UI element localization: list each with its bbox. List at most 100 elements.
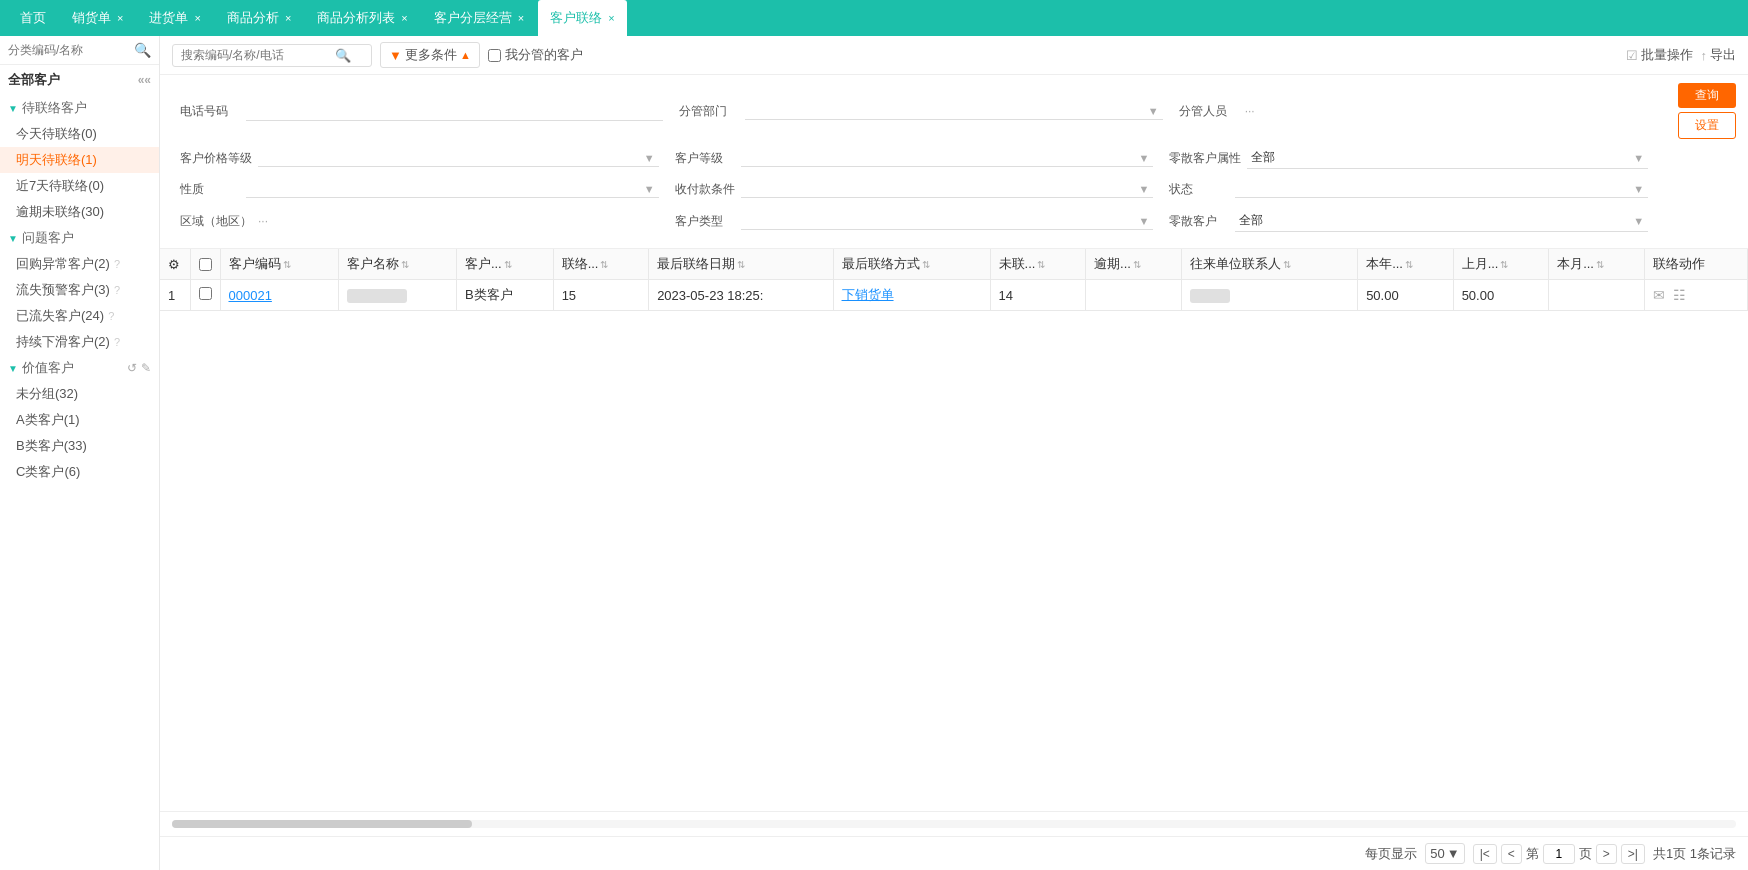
close-icon[interactable]: × xyxy=(285,12,291,24)
help-icon[interactable]: ? xyxy=(108,310,114,322)
contact-icon[interactable]: ✉ xyxy=(1653,287,1665,303)
nav-product-analysis[interactable]: 商品分析 × xyxy=(215,0,303,36)
col-last-contact-method[interactable]: 最后联络方式 ⇅ xyxy=(833,249,990,280)
chevron-down-icon: ▼ xyxy=(1633,152,1644,164)
sidebar-item-7days[interactable]: 近7天待联络(0) xyxy=(0,173,159,199)
nav-purchase-order[interactable]: 进货单 × xyxy=(137,0,212,36)
scroll-thumb[interactable] xyxy=(172,820,472,828)
filter-phone-input[interactable] xyxy=(246,102,663,121)
chevron-down-icon: ▼ xyxy=(644,183,655,195)
nav-customer-contact[interactable]: 客户联络 × xyxy=(538,0,626,36)
cell-last-month: 50.00 xyxy=(1453,280,1549,311)
page-number-input[interactable] xyxy=(1543,844,1575,864)
sidebar-item-tomorrow[interactable]: 明天待联络(1) xyxy=(0,147,159,173)
filter-retail-select[interactable]: 全部 ▼ xyxy=(1235,210,1648,232)
sidebar-item-churn-warning[interactable]: 流失预警客户(3) ? xyxy=(0,277,159,303)
close-icon[interactable]: × xyxy=(518,12,524,24)
batch-operation-button[interactable]: ☑ 批量操作 xyxy=(1626,46,1693,64)
sidebar-item-class-b[interactable]: B类客户(33) xyxy=(0,433,159,459)
select-all-checkbox[interactable] xyxy=(199,258,212,271)
prev-page-button[interactable]: < xyxy=(1501,844,1522,864)
close-icon[interactable]: × xyxy=(401,12,407,24)
close-icon[interactable]: × xyxy=(608,12,614,24)
nav-sales-order[interactable]: 销货单 × xyxy=(60,0,135,36)
horizontal-scrollbar-track[interactable] xyxy=(160,811,1748,836)
help-icon[interactable]: ? xyxy=(114,336,120,348)
col-last-contact-date[interactable]: 最后联络日期 ⇅ xyxy=(649,249,833,280)
nav-customer-layering[interactable]: 客户分层经营 × xyxy=(422,0,536,36)
cell-checkbox[interactable] xyxy=(190,280,220,311)
col-last-month[interactable]: 上月... ⇅ xyxy=(1453,249,1549,280)
settings-button[interactable]: 设置 xyxy=(1678,112,1736,139)
col-contact-person[interactable]: 往来单位联系人 ⇅ xyxy=(1181,249,1358,280)
triangle-icon: ▼ xyxy=(8,363,18,374)
more-filters-button[interactable]: ▼ 更多条件 ▲ xyxy=(380,42,480,68)
last-page-button[interactable]: >| xyxy=(1621,844,1645,864)
help-icon[interactable]: ? xyxy=(114,258,120,270)
filter-dept-select[interactable]: ▼ xyxy=(745,103,1162,120)
row-checkbox[interactable] xyxy=(199,287,212,300)
nav-product-analysis-list[interactable]: 商品分析列表 × xyxy=(305,0,419,36)
chevron-down-icon: ▼ xyxy=(1138,152,1149,164)
table-header-row: ⚙ 客户编码 ⇅ 客户名称 xyxy=(160,249,1748,280)
col-this-year[interactable]: 本年... ⇅ xyxy=(1358,249,1454,280)
search-input[interactable] xyxy=(181,48,331,62)
filter-price-level-select[interactable]: ▼ xyxy=(258,150,659,167)
col-this-month[interactable]: 本月... ⇅ xyxy=(1549,249,1645,280)
my-customers-checkbox-label[interactable]: 我分管的客户 xyxy=(488,46,583,64)
sidebar-search-icon[interactable]: 🔍 xyxy=(134,42,151,58)
refresh-icon[interactable]: ↺ xyxy=(127,361,137,375)
sidebar-item-declining[interactable]: 持续下滑客户(2) ? xyxy=(0,329,159,355)
nav-home[interactable]: 首页 xyxy=(8,0,58,36)
query-button[interactable]: 查询 xyxy=(1678,83,1736,108)
sidebar-item-class-a[interactable]: A类客户(1) xyxy=(0,407,159,433)
filter-region-dots[interactable]: ··· xyxy=(258,214,268,228)
filter-manager-dots[interactable]: ··· xyxy=(1245,104,1255,118)
sidebar-search-input[interactable] xyxy=(8,43,130,57)
next-page-button[interactable]: > xyxy=(1596,844,1617,864)
export-button[interactable]: ↑ 导出 xyxy=(1701,46,1737,64)
more-action-icon[interactable]: ☷ xyxy=(1673,287,1686,303)
close-icon[interactable]: × xyxy=(117,12,123,24)
close-icon[interactable]: × xyxy=(194,12,200,24)
col-gear[interactable]: ⚙ xyxy=(160,249,190,280)
sidebar-item-repurchase-anomaly[interactable]: 回购异常客户(2) ? xyxy=(0,251,159,277)
search-icon[interactable]: 🔍 xyxy=(335,48,351,63)
filter-row-1: 电话号码 分管部门 ▼ 分管人员 ··· 查询 设置 xyxy=(172,83,1736,139)
collapse-icon: «« xyxy=(138,73,151,87)
cell-contact-person xyxy=(1181,280,1358,311)
sort-icon: ⇅ xyxy=(737,259,745,270)
sort-icon: ⇅ xyxy=(1133,259,1141,270)
cell-row-actions: ✉ ☷ xyxy=(1644,280,1747,311)
table-row: 1 000021 B类客户 15 2023-05-23 18:25: xyxy=(160,280,1748,311)
sidebar-item-today[interactable]: 今天待联络(0) xyxy=(0,121,159,147)
cell-last-contact-method[interactable]: 下销货单 xyxy=(833,280,990,311)
help-icon[interactable]: ? xyxy=(114,284,120,296)
filter-customer-level-select[interactable]: ▼ xyxy=(741,150,1154,167)
filter-actions: 查询 设置 xyxy=(1678,83,1736,139)
filter-status-select[interactable]: ▼ xyxy=(1235,181,1648,198)
page-size-select[interactable]: 50 ▼ xyxy=(1425,843,1464,864)
sidebar-item-ungrouped[interactable]: 未分组(32) xyxy=(0,381,159,407)
filter-customer-type-select[interactable]: ▼ xyxy=(741,213,1154,230)
first-page-button[interactable]: |< xyxy=(1473,844,1497,864)
my-customers-checkbox[interactable] xyxy=(488,49,501,62)
col-contact-count[interactable]: 联络... ⇅ xyxy=(553,249,649,280)
sidebar-all-customers[interactable]: 全部客户 «« xyxy=(0,65,159,95)
sidebar-item-class-c[interactable]: C类客户(6) xyxy=(0,459,159,485)
filter-payment-select[interactable]: ▼ xyxy=(741,181,1154,198)
col-overdue[interactable]: 逾期... ⇅ xyxy=(1086,249,1182,280)
sidebar-item-overdue[interactable]: 逾期未联络(30) xyxy=(0,199,159,225)
col-type[interactable]: 客户... ⇅ xyxy=(456,249,553,280)
sidebar-item-churned[interactable]: 已流失客户(24) ? xyxy=(0,303,159,329)
filter-cell-dept: 分管部门 ▼ xyxy=(671,99,1170,124)
col-code[interactable]: 客户编码 ⇅ xyxy=(220,249,338,280)
col-name[interactable]: 客户名称 ⇅ xyxy=(338,249,456,280)
cell-code[interactable]: 000021 xyxy=(220,280,338,311)
col-checkbox[interactable] xyxy=(190,249,220,280)
filter-retail-attr-select[interactable]: 全部 ▼ xyxy=(1247,147,1648,169)
filter-row-4: 区域（地区） ··· 客户类型 ▼ 零散客户 全部 ▼ xyxy=(172,206,1736,236)
col-no-contact[interactable]: 未联... ⇅ xyxy=(990,249,1086,280)
filter-nature-select[interactable]: ▼ xyxy=(246,181,659,198)
edit-icon[interactable]: ✎ xyxy=(141,361,151,375)
